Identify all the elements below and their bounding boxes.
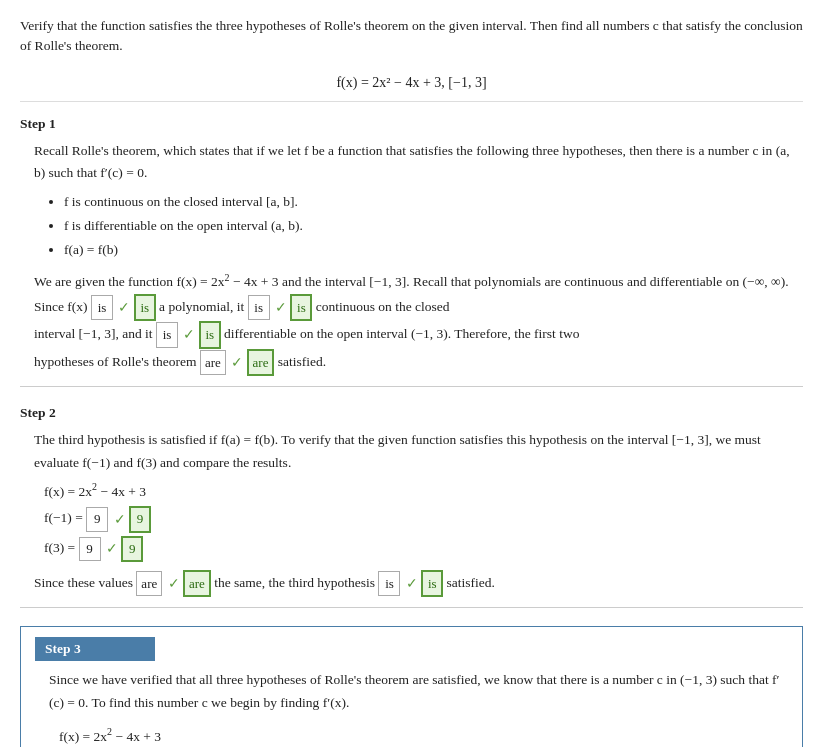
step2-conclusion: Since these values are ✓ are the same, t… [34,570,803,597]
step2-check-fm1: ✓ [114,512,126,527]
step1-para: We are given the function f(x) = 2x2 − 4… [34,268,803,321]
problem-intro-text: Verify that the function satisfies the t… [20,18,803,53]
step1-para3: hypotheses of Rolle's theorem are ✓ are … [34,349,803,376]
step1-check7: ✓ [231,355,243,370]
step3-section: Step 3 Since we have verified that all t… [20,626,803,747]
step1-box6[interactable]: is [199,321,221,348]
step2-fm1: f(−1) = 9 ✓ 9 [44,506,803,532]
step1-box2[interactable]: is [134,294,156,321]
step3-header: Step 3 [35,637,155,661]
step2-are-input[interactable]: are [136,571,162,596]
function-expr: f(x) = 2x² − 4x + 3, [−1, 3] [336,75,486,90]
step2-is-box[interactable]: is [421,570,443,597]
step3-fx: f(x) = 2x2 − 4x + 3 [59,723,788,747]
step2-fm1-input[interactable]: 9 [86,507,108,531]
step2-f3-input[interactable]: 9 [79,537,101,561]
step2-section: Step 2 The third hypothesis is satisfied… [20,405,803,608]
step1-header: Step 1 [20,116,803,132]
bullet-3: f(a) = f(b) [64,239,803,261]
problem-statement: Verify that the function satisfies the t… [20,16,803,57]
step1-box4[interactable]: is [290,294,312,321]
step1-box1[interactable]: is [91,295,113,320]
step2-fx: f(x) = 2x2 − 4x + 3 [44,478,803,503]
step2-f3-label: f(3) = [44,540,75,555]
step3-content: Since we have verified that all three hy… [49,669,788,747]
step2-are-box[interactable]: are [183,570,211,597]
step1-box8[interactable]: are [247,349,275,376]
step2-header: Step 2 [20,405,803,421]
step1-box5[interactable]: is [156,322,178,347]
step1-box7[interactable]: are [200,350,226,375]
step2-check-are: ✓ [168,576,180,591]
step2-fm1-label: f(−1) = [44,511,83,526]
step2-since: Since [34,574,64,589]
step2-intro: The third hypothesis is satisfied if f(a… [34,429,803,475]
step2-f3: f(3) = 9 ✓ 9 [44,536,803,562]
step2-is-input[interactable]: is [378,571,400,596]
step1-check3: ✓ [275,300,287,315]
bullet-1: f is continuous on the closed interval [… [64,191,803,213]
step1-recall: Recall Rolle's theorem, which states tha… [34,140,803,186]
step2-content: The third hypothesis is satisfied if f(a… [34,429,803,597]
step3-intro: Since we have verified that all three hy… [49,669,788,715]
function-display: f(x) = 2x² − 4x + 3, [−1, 3] [20,75,803,91]
step1-bullets: f is continuous on the closed interval [… [64,191,803,260]
step1-fx: f(x) = 2x2 − 4x + 3 [176,274,278,289]
step2-f3-box[interactable]: 9 [121,536,143,562]
step1-section: Step 1 Recall Rolle's theorem, which sta… [20,116,803,388]
step2-check-is: ✓ [406,576,418,591]
step1-content: Recall Rolle's theorem, which states tha… [34,140,803,377]
step1-check5: ✓ [183,327,195,342]
step1-box3[interactable]: is [248,295,270,320]
step1-para2: interval [−1, 3], and it is ✓ is differe… [34,321,803,348]
step2-check-f3: ✓ [106,541,118,556]
bullet-2: f is differentiable on the open interval… [64,215,803,237]
step2-fm1-box[interactable]: 9 [129,506,151,532]
step1-check1: ✓ [118,300,130,315]
